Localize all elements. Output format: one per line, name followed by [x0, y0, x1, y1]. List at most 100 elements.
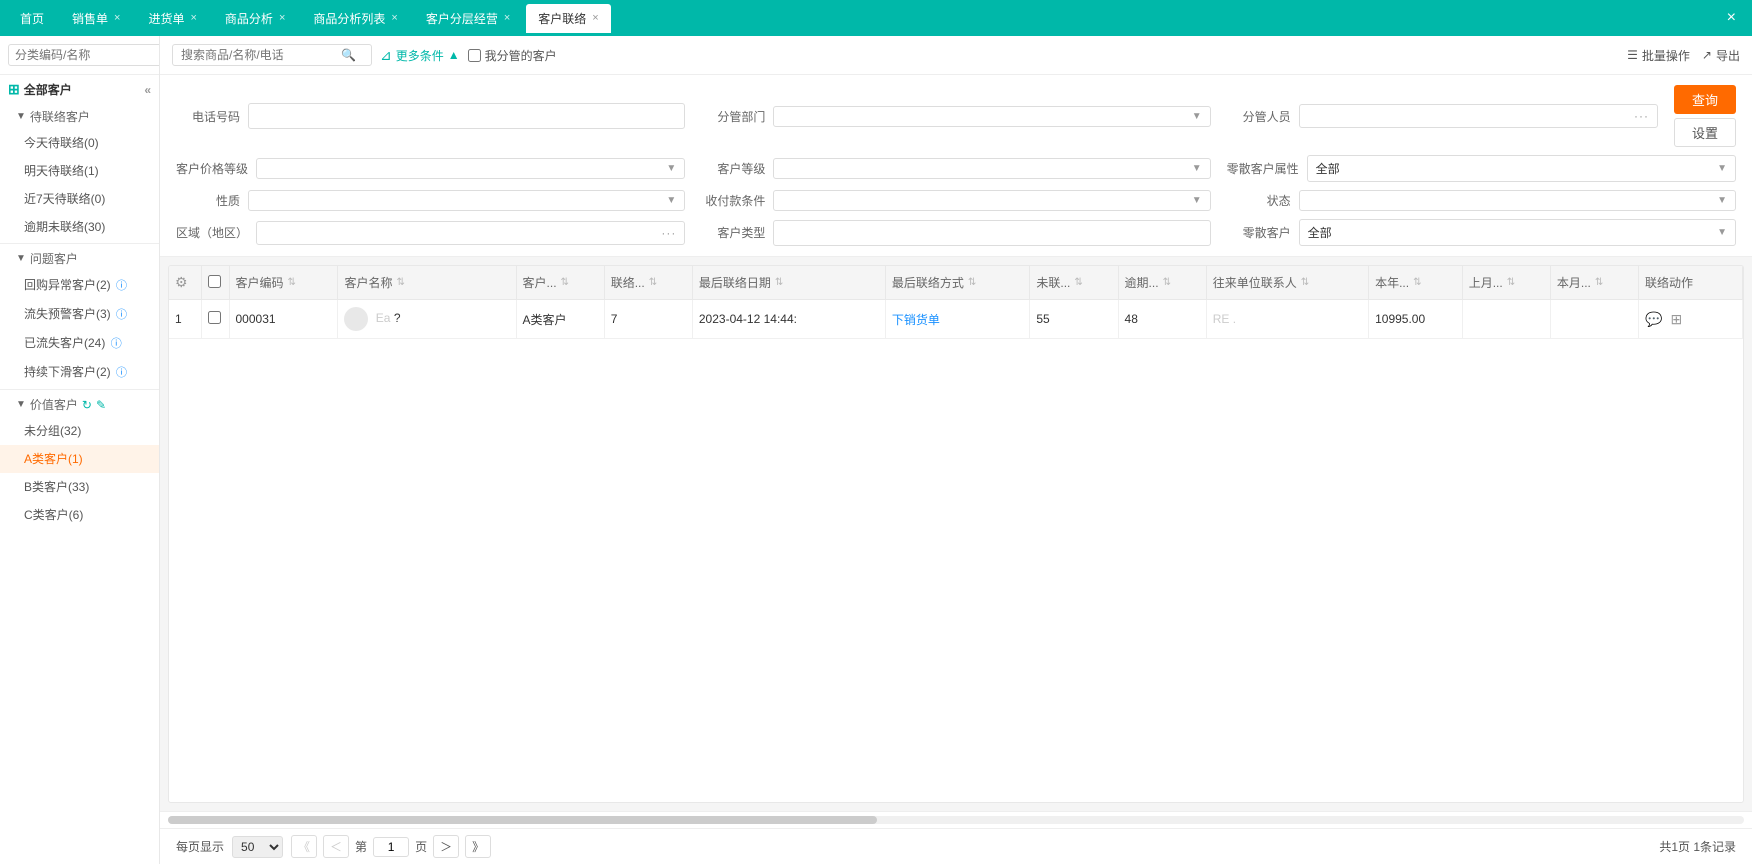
search-input[interactable]	[181, 48, 341, 62]
filter-retail-select[interactable]: 全部 ▼	[1299, 219, 1736, 246]
col-contact-person-label: 往来单位联系人	[1213, 274, 1297, 291]
gear-icon[interactable]: ⚙	[175, 274, 188, 290]
row-last-method-link[interactable]: 下销货单	[892, 313, 940, 327]
col-type-sort[interactable]: ⇅	[561, 277, 569, 288]
sidebar-item-declining[interactable]: 持续下滑客户(2) ⓘ	[0, 358, 159, 387]
prev-page-btn[interactable]: ＜	[323, 835, 349, 858]
filter-region-select[interactable]: ···	[256, 221, 685, 245]
filter-customer-type-label: 客户类型	[701, 224, 765, 241]
sidebar-search-input[interactable]	[8, 44, 160, 66]
filter-status-select[interactable]: ▼	[1299, 190, 1736, 211]
select-all-checkbox[interactable]	[208, 275, 221, 288]
nav-customer-contact[interactable]: 客户联络 ×	[526, 4, 610, 33]
row-checkbox-cell	[201, 300, 229, 339]
col-contact-person-sort[interactable]: ⇅	[1301, 277, 1309, 288]
filter-customer-type-input[interactable]	[773, 220, 1210, 246]
nav-product-list[interactable]: 商品分析列表 ×	[301, 4, 409, 33]
my-customer-label: 我分管的客户	[485, 47, 557, 64]
col-this-month-sort[interactable]: ⇅	[1595, 277, 1603, 288]
page-number-input[interactable]	[373, 837, 409, 857]
nav-home[interactable]: 首页	[8, 4, 56, 33]
sidebar-group-problem[interactable]: ▼ 问题客户	[0, 246, 159, 271]
col-contact-person: 往来单位联系人 ⇅	[1206, 266, 1368, 300]
close-all-tabs[interactable]: ×	[1719, 5, 1744, 31]
col-code-sort[interactable]: ⇅	[288, 277, 296, 288]
col-last-month-sort[interactable]: ⇅	[1507, 277, 1515, 288]
query-btn[interactable]: 查询	[1674, 85, 1736, 114]
nav-customer-segment-close[interactable]: ×	[504, 12, 510, 24]
nav-product-analysis-close[interactable]: ×	[279, 12, 285, 24]
filter-row-retail-attr: 零散客户属性 全部 ▼	[1227, 155, 1736, 182]
next-page-btn[interactable]: ＞	[433, 835, 459, 858]
sidebar-item-unclassified[interactable]: 未分组(32)	[0, 417, 159, 445]
nav-customer-contact-close[interactable]: ×	[592, 12, 598, 24]
main-layout: 🔍 ⊞ 全部客户 « ▼ 待联络客户 今天待联络(0) 明天待联络(1) 近7天…	[0, 36, 1752, 864]
page-size-select[interactable]: 10 20 50 100	[232, 836, 283, 858]
batch-op-btn[interactable]: ☰ 批量操作	[1627, 47, 1690, 64]
col-name-sort[interactable]: ⇅	[396, 277, 404, 288]
sidebar-item-class-b[interactable]: B类客户(33)	[0, 473, 159, 501]
filter-dept-select[interactable]: ▼	[773, 106, 1210, 127]
value-refresh-icon[interactable]: ↻	[82, 398, 92, 412]
row-index-value: 1	[175, 312, 182, 326]
filter-price-level-select[interactable]: ▼	[256, 158, 685, 179]
nav-customer-segment[interactable]: 客户分层经营 ×	[414, 4, 522, 33]
nav-sales[interactable]: 销售单 ×	[60, 4, 132, 33]
divider-2	[0, 389, 159, 390]
filter-row-payment: 收付款条件 ▼	[701, 190, 1210, 211]
col-contact-sort[interactable]: ⇅	[649, 277, 657, 288]
row-checkbox[interactable]	[208, 311, 221, 324]
sidebar-item-churned[interactable]: 已流失客户(24) ⓘ	[0, 329, 159, 358]
col-uncontacted-sort[interactable]: ⇅	[1074, 277, 1082, 288]
all-customers-header[interactable]: ⊞ 全部客户 «	[0, 75, 159, 104]
row-last-month	[1462, 300, 1550, 339]
value-edit-icon[interactable]: ✎	[96, 398, 106, 412]
sidebar-item-class-c[interactable]: C类客户(6)	[0, 501, 159, 529]
sidebar-item-today[interactable]: 今天待联络(0)	[0, 129, 159, 157]
sidebar-item-repurchase[interactable]: 回购异常客户(2) ⓘ	[0, 271, 159, 300]
search-icon[interactable]: 🔍	[341, 48, 356, 62]
filter-phone-input[interactable]	[248, 103, 685, 129]
sidebar-item-overdue[interactable]: 逾期未联络(30)	[0, 213, 159, 241]
nav-product-analysis[interactable]: 商品分析 ×	[213, 4, 297, 33]
sidebar-group-value[interactable]: ▼ 价值客户 ↻ ✎	[0, 392, 159, 417]
settings-btn[interactable]: 设置	[1674, 118, 1736, 147]
col-action-label: 联络动作	[1645, 276, 1693, 290]
col-this-year-sort[interactable]: ⇅	[1413, 277, 1421, 288]
sidebar-item-7days[interactable]: 近7天待联络(0)	[0, 185, 159, 213]
first-page-btn[interactable]: 《	[291, 835, 317, 858]
export-btn[interactable]: ↗ 导出	[1702, 47, 1740, 64]
col-last-date-sort[interactable]: ⇅	[775, 277, 783, 288]
table-row: 1 000031 Ea ?	[169, 300, 1743, 339]
chat-icon[interactable]: 💬	[1645, 311, 1662, 328]
my-customer-checkbox[interactable]	[468, 49, 481, 62]
filter-price-level-label: 客户价格等级	[176, 160, 248, 177]
sidebar-item-tomorrow[interactable]: 明天待联络(1)	[0, 157, 159, 185]
nav-sales-close[interactable]: ×	[114, 12, 120, 24]
grid-icon[interactable]: ⊞	[1670, 311, 1682, 328]
col-this-month: 本月... ⇅	[1550, 266, 1638, 300]
nav-purchase-label: 进货单	[148, 10, 184, 27]
filter-retail-attr-select[interactable]: 全部 ▼	[1307, 155, 1736, 182]
filter-btn[interactable]: ⊿ 更多条件 ▲	[380, 47, 460, 64]
nav-product-list-close[interactable]: ×	[391, 12, 397, 24]
last-page-btn[interactable]: 》	[465, 835, 491, 858]
filter-payment-arrow: ▼	[1192, 195, 1202, 206]
col-last-method-sort[interactable]: ⇅	[968, 277, 976, 288]
col-overdue-sort[interactable]: ⇅	[1163, 277, 1171, 288]
scrollbar-thumb[interactable]	[168, 816, 877, 824]
value-arrow: ▼	[16, 399, 26, 410]
sidebar-item-class-a[interactable]: A类客户(1)	[0, 445, 159, 473]
filter-customer-level-select[interactable]: ▼	[773, 158, 1210, 179]
nav-purchase[interactable]: 进货单 ×	[136, 4, 208, 33]
my-customer-check[interactable]: 我分管的客户	[468, 47, 557, 64]
filter-payment-select[interactable]: ▼	[773, 190, 1210, 211]
filter-manager-select[interactable]: ···	[1299, 104, 1658, 128]
problem-arrow: ▼	[16, 253, 26, 264]
nav-purchase-close[interactable]: ×	[190, 12, 196, 24]
sidebar-group-pending[interactable]: ▼ 待联络客户	[0, 104, 159, 129]
sidebar-collapse-icon[interactable]: «	[144, 83, 151, 97]
horizontal-scrollbar	[160, 811, 1752, 828]
filter-nature-select[interactable]: ▼	[248, 190, 685, 211]
sidebar-item-churn-warning[interactable]: 流失预警客户(3) ⓘ	[0, 300, 159, 329]
